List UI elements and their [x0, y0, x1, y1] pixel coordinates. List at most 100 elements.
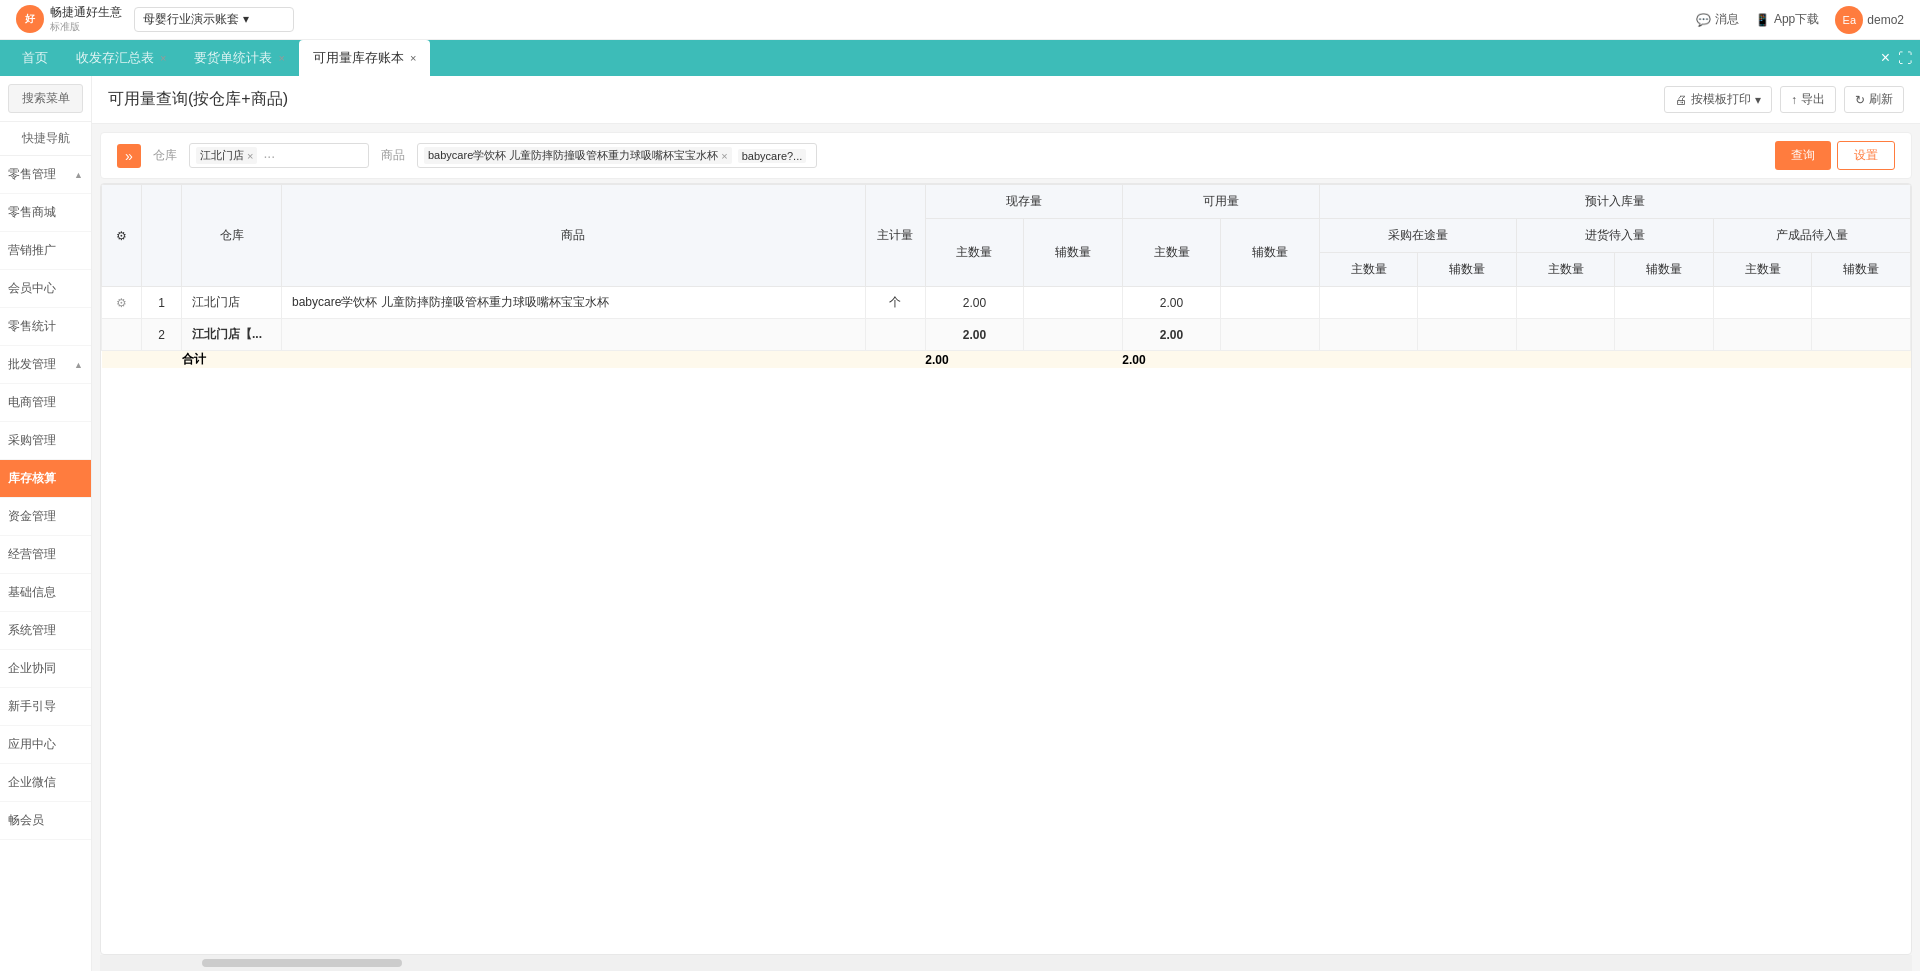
- warehouse-tag: 江北门店 ×: [196, 147, 257, 164]
- tab-summary-close[interactable]: ×: [160, 52, 166, 64]
- query-btn[interactable]: 查询: [1775, 141, 1831, 170]
- sidebar-item-enterprise[interactable]: 企业协同: [0, 650, 91, 688]
- warehouse-filter[interactable]: 江北门店 × ···: [189, 143, 369, 168]
- scroll-thumb[interactable]: [202, 959, 402, 967]
- user-name: demo2: [1867, 13, 1904, 27]
- th-incoming-main: 主数量: [1516, 253, 1615, 287]
- th-incoming-group: 进货待入量: [1516, 219, 1713, 253]
- sidebar-item-retail-mgmt[interactable]: 零售管理: [0, 156, 91, 194]
- sidebar-item-marketing[interactable]: 营销推广: [0, 232, 91, 270]
- tab-available[interactable]: 可用量库存账本 ×: [299, 40, 430, 76]
- filter-actions: 查询 设置: [1775, 141, 1895, 170]
- th-index: [142, 185, 182, 287]
- th-available-group: 可用量: [1122, 185, 1319, 219]
- warehouse-tag-close[interactable]: ×: [247, 150, 253, 162]
- footer-existing-aux: [1024, 351, 1123, 369]
- sidebar-item-wecom[interactable]: 企业微信: [0, 764, 91, 802]
- th-settings[interactable]: ⚙: [102, 185, 142, 287]
- nav-expand-btn[interactable]: ⛶: [1898, 50, 1912, 66]
- row1-production-aux: [1812, 287, 1911, 319]
- tab-order-close[interactable]: ×: [278, 52, 284, 64]
- store-selector[interactable]: 母婴行业演示账套 ▾: [134, 7, 294, 32]
- nav-close-btn[interactable]: ×: [1881, 49, 1890, 67]
- nav-tabs-actions: × ⛶: [1881, 49, 1912, 67]
- sidebar-item-guide[interactable]: 新手引导: [0, 688, 91, 726]
- sidebar-item-retail-mall[interactable]: 零售商城: [0, 194, 91, 232]
- th-purchase-onway-group: 采购在途量: [1319, 219, 1516, 253]
- print-btn[interactable]: 🖨 按模板打印 ▾: [1664, 86, 1772, 113]
- sidebar-item-ecom-mgmt[interactable]: 电商管理: [0, 384, 91, 422]
- row2-purchase-aux: [1418, 319, 1517, 351]
- row2-index: 2: [142, 319, 182, 351]
- sidebar-item-member[interactable]: 会员中心: [0, 270, 91, 308]
- row2-existing-aux: [1024, 319, 1123, 351]
- sidebar-item-appstore[interactable]: 应用中心: [0, 726, 91, 764]
- product-tag-2: babycare?...: [738, 149, 807, 163]
- product-tag-2-text: babycare?...: [742, 150, 803, 162]
- row2-warehouse: 江北门店【...: [182, 319, 282, 351]
- sidebar-item-wholesale-mgmt[interactable]: 批发管理: [0, 346, 91, 384]
- footer-production-main: [1713, 351, 1812, 369]
- footer-purchase-main: [1319, 351, 1418, 369]
- sidebar-item-purchase-mgmt[interactable]: 采购管理: [0, 422, 91, 460]
- app-icon: 📱: [1755, 13, 1770, 27]
- tab-summary[interactable]: 收发存汇总表 ×: [62, 40, 180, 76]
- app-download-label: App下载: [1774, 11, 1819, 28]
- tab-available-close[interactable]: ×: [410, 52, 416, 64]
- product-tag-1-close[interactable]: ×: [721, 150, 727, 162]
- horizontal-scrollbar[interactable]: [100, 955, 1912, 971]
- row1-warehouse: 江北门店: [182, 287, 282, 319]
- message-btn[interactable]: 💬 消息: [1696, 11, 1739, 28]
- row2-settings[interactable]: [102, 319, 142, 351]
- print-dropdown-icon: ▾: [1755, 93, 1761, 107]
- logo-area: 好 畅捷通好生意 标准版: [16, 5, 122, 33]
- refresh-icon: ↻: [1855, 93, 1865, 107]
- th-available-aux: 辅数量: [1221, 219, 1320, 287]
- th-product: 商品: [282, 185, 866, 287]
- export-btn[interactable]: ↑ 导出: [1780, 86, 1836, 113]
- store-name: 母婴行业演示账套: [143, 11, 239, 28]
- product-filter[interactable]: babycare学饮杯 儿童防摔防撞吸管杯重力球吸嘴杯宝宝水杯 × babyca…: [417, 143, 817, 168]
- sidebar-search-area: 搜索菜单: [0, 76, 91, 122]
- user-area[interactable]: Ea demo2: [1835, 6, 1904, 34]
- tab-order[interactable]: 要货单统计表 ×: [180, 40, 298, 76]
- sidebar-item-retail-stats[interactable]: 零售统计: [0, 308, 91, 346]
- warehouse-tag-text: 江北门店: [200, 148, 244, 163]
- sidebar-item-inventory[interactable]: 库存核算: [0, 460, 91, 498]
- row1-incoming-aux: [1615, 287, 1714, 319]
- th-production-aux: 辅数量: [1812, 253, 1911, 287]
- th-main-unit: 主计量: [865, 185, 925, 287]
- sidebar-quick-nav[interactable]: 快捷导航: [0, 122, 91, 156]
- main-content: 可用量查询(按仓库+商品) 🖨 按模板打印 ▾ ↑ 导出 ↻ 刷新 »: [92, 76, 1920, 971]
- row1-incoming-main: [1516, 287, 1615, 319]
- sidebar-item-system[interactable]: 系统管理: [0, 612, 91, 650]
- sidebar-item-basic[interactable]: 基础信息: [0, 574, 91, 612]
- row2-production-aux: [1812, 319, 1911, 351]
- th-existing-aux: 辅数量: [1024, 219, 1123, 287]
- app-download-btn[interactable]: 📱 App下载: [1755, 11, 1819, 28]
- sidebar-item-finance[interactable]: 资金管理: [0, 498, 91, 536]
- tab-summary-label: 收发存汇总表: [76, 49, 154, 67]
- sidebar-search-btn[interactable]: 搜索菜单: [8, 84, 83, 113]
- filter-expand-btn[interactable]: »: [117, 144, 141, 168]
- refresh-btn[interactable]: ↻ 刷新: [1844, 86, 1904, 113]
- row1-settings[interactable]: ⚙: [102, 287, 142, 319]
- row1-purchase-aux: [1418, 287, 1517, 319]
- tab-home-label: 首页: [22, 49, 48, 67]
- header-actions: 🖨 按模板打印 ▾ ↑ 导出 ↻ 刷新: [1664, 86, 1904, 113]
- settings-btn[interactable]: 设置: [1837, 141, 1895, 170]
- refresh-label: 刷新: [1869, 91, 1893, 108]
- row1-available-aux: [1221, 287, 1320, 319]
- product-tag-1: babycare学饮杯 儿童防摔防撞吸管杯重力球吸嘴杯宝宝水杯 ×: [424, 147, 732, 164]
- th-warehouse: 仓库: [182, 185, 282, 287]
- logo-sub: 标准版: [50, 20, 80, 34]
- th-production-main: 主数量: [1713, 253, 1812, 287]
- warehouse-filter-dots[interactable]: ···: [263, 148, 275, 164]
- tab-home[interactable]: 首页: [8, 40, 62, 76]
- sidebar-item-ops[interactable]: 经营管理: [0, 536, 91, 574]
- footer-purchase-aux: [1418, 351, 1517, 369]
- row2-available-aux: [1221, 319, 1320, 351]
- sidebar-item-vip[interactable]: 畅会员: [0, 802, 91, 840]
- footer-incoming-main: [1516, 351, 1615, 369]
- footer-existing-main: 2.00: [925, 351, 1024, 369]
